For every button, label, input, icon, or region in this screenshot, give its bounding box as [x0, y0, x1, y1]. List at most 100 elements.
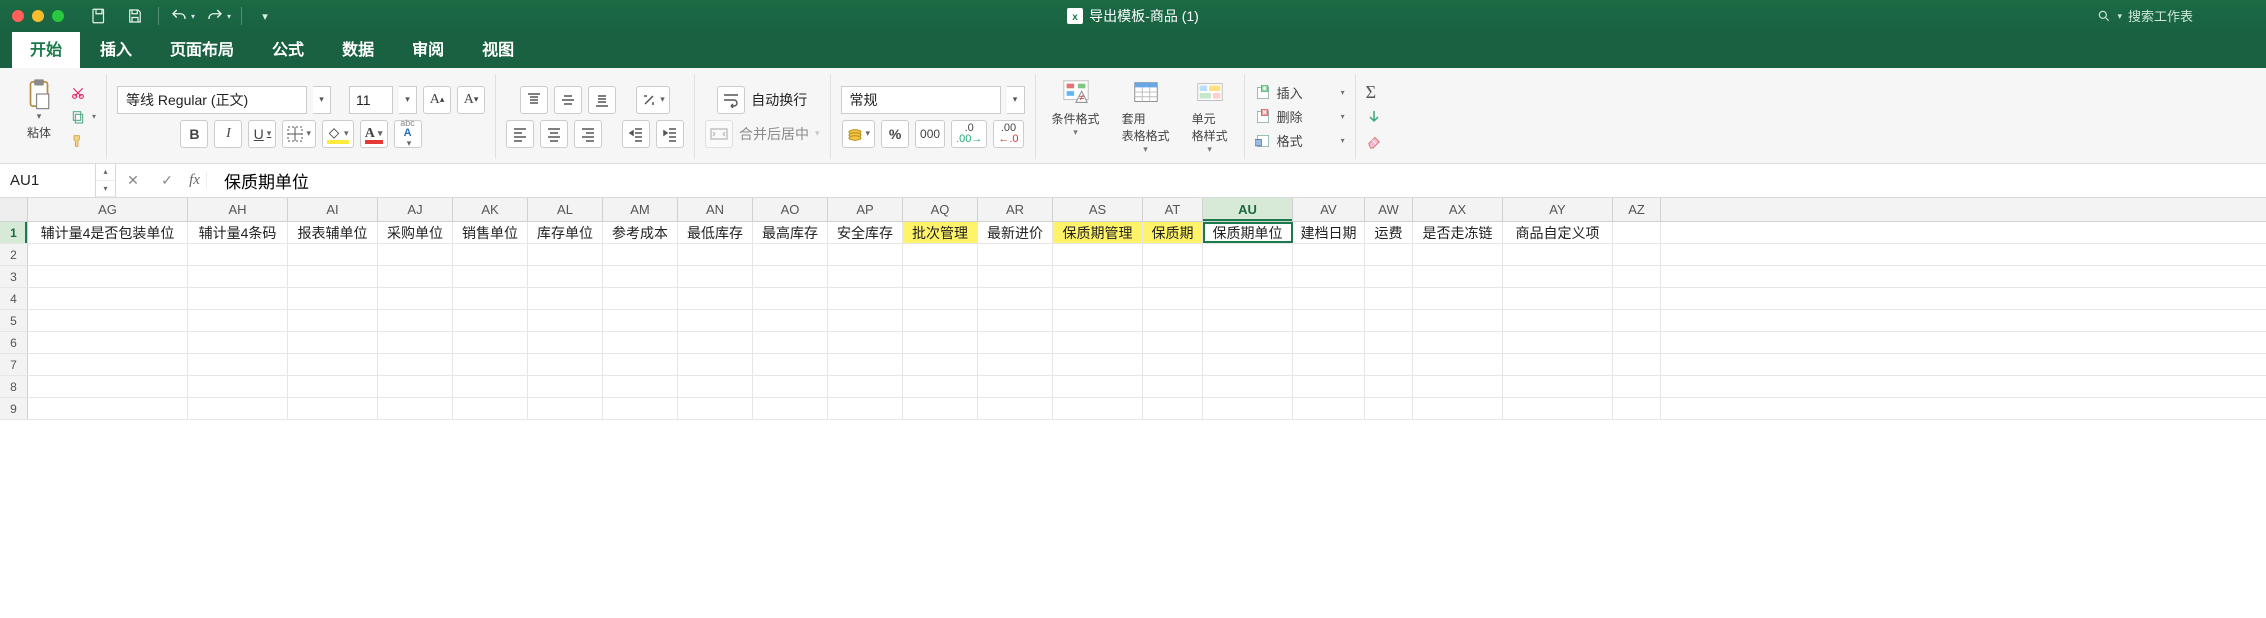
- conditional-formatting-button[interactable]: ≠ 条件格式▾: [1046, 76, 1106, 157]
- cell-AJ8[interactable]: [378, 376, 453, 397]
- column-header-AX[interactable]: AX: [1413, 198, 1503, 221]
- cell-AU6[interactable]: [1203, 332, 1293, 353]
- format-cells-button[interactable]: 格式▾: [1255, 130, 1345, 152]
- cell-AI3[interactable]: [288, 266, 378, 287]
- cell-AH6[interactable]: [188, 332, 288, 353]
- row-header-6[interactable]: 6: [0, 332, 28, 353]
- cell-AY8[interactable]: [1503, 376, 1613, 397]
- row-header-4[interactable]: 4: [0, 288, 28, 309]
- enter-formula-button[interactable]: ✓: [150, 164, 184, 197]
- cell-AQ9[interactable]: [903, 398, 978, 419]
- cell-AV6[interactable]: [1293, 332, 1365, 353]
- column-header-AT[interactable]: AT: [1143, 198, 1203, 221]
- tab-view[interactable]: 视图: [464, 28, 532, 68]
- cell-AN3[interactable]: [678, 266, 753, 287]
- cell-AL1[interactable]: 库存单位: [528, 222, 603, 243]
- cell-AJ7[interactable]: [378, 354, 453, 375]
- cell-AS5[interactable]: [1053, 310, 1143, 331]
- cell-AK3[interactable]: [453, 266, 528, 287]
- column-header-AJ[interactable]: AJ: [378, 198, 453, 221]
- cell-AU3[interactable]: [1203, 266, 1293, 287]
- select-all-corner[interactable]: [0, 198, 28, 221]
- column-header-AP[interactable]: AP: [828, 198, 903, 221]
- fx-button[interactable]: fx: [184, 164, 218, 197]
- autosave-icon[interactable]: [86, 5, 112, 27]
- column-header-AL[interactable]: AL: [528, 198, 603, 221]
- column-header-AM[interactable]: AM: [603, 198, 678, 221]
- tab-home[interactable]: 开始: [12, 28, 80, 68]
- cell-AQ2[interactable]: [903, 244, 978, 265]
- cell-AI7[interactable]: [288, 354, 378, 375]
- cell-AX2[interactable]: [1413, 244, 1503, 265]
- cell-AW6[interactable]: [1365, 332, 1413, 353]
- cell-AM7[interactable]: [603, 354, 678, 375]
- cell-AY9[interactable]: [1503, 398, 1613, 419]
- column-header-AH[interactable]: AH: [188, 198, 288, 221]
- cell-AN6[interactable]: [678, 332, 753, 353]
- cell-AR4[interactable]: [978, 288, 1053, 309]
- cell-AT3[interactable]: [1143, 266, 1203, 287]
- merge-center-button[interactable]: [705, 120, 733, 148]
- cell-AM2[interactable]: [603, 244, 678, 265]
- cell-AY1[interactable]: 商品自定义项: [1503, 222, 1613, 243]
- column-header-AU[interactable]: AU: [1203, 198, 1293, 221]
- align-right-button[interactable]: [574, 120, 602, 148]
- cell-AL7[interactable]: [528, 354, 603, 375]
- column-header-AI[interactable]: AI: [288, 198, 378, 221]
- cell-AY6[interactable]: [1503, 332, 1613, 353]
- cell-AR7[interactable]: [978, 354, 1053, 375]
- cell-AG6[interactable]: [28, 332, 188, 353]
- cell-AL5[interactable]: [528, 310, 603, 331]
- tab-formulas[interactable]: 公式: [254, 28, 322, 68]
- cancel-formula-button[interactable]: ✕: [116, 164, 150, 197]
- cell-AS2[interactable]: [1053, 244, 1143, 265]
- cell-AR8[interactable]: [978, 376, 1053, 397]
- cell-AO1[interactable]: 最高库存: [753, 222, 828, 243]
- cell-AT2[interactable]: [1143, 244, 1203, 265]
- fill-color-button[interactable]: ▾: [322, 120, 354, 148]
- cell-AU5[interactable]: [1203, 310, 1293, 331]
- increase-font-button[interactable]: A▴: [423, 86, 451, 114]
- cell-AV9[interactable]: [1293, 398, 1365, 419]
- cell-AZ8[interactable]: [1613, 376, 1661, 397]
- cell-AJ2[interactable]: [378, 244, 453, 265]
- cell-AM6[interactable]: [603, 332, 678, 353]
- cell-AM3[interactable]: [603, 266, 678, 287]
- cell-AJ9[interactable]: [378, 398, 453, 419]
- cell-AT6[interactable]: [1143, 332, 1203, 353]
- cell-AK4[interactable]: [453, 288, 528, 309]
- percent-button[interactable]: %: [881, 120, 909, 148]
- cell-AY4[interactable]: [1503, 288, 1613, 309]
- cell-AZ5[interactable]: [1613, 310, 1661, 331]
- cell-AM5[interactable]: [603, 310, 678, 331]
- cell-AQ3[interactable]: [903, 266, 978, 287]
- cell-AK5[interactable]: [453, 310, 528, 331]
- cell-AU9[interactable]: [1203, 398, 1293, 419]
- cell-AV8[interactable]: [1293, 376, 1365, 397]
- cell-AN1[interactable]: 最低库存: [678, 222, 753, 243]
- cell-AZ9[interactable]: [1613, 398, 1661, 419]
- cell-AH2[interactable]: [188, 244, 288, 265]
- cell-AN9[interactable]: [678, 398, 753, 419]
- save-icon[interactable]: [122, 5, 148, 27]
- worksheet-grid[interactable]: AGAHAIAJAKALAMANAOAPAQARASATAUAVAWAXAYAZ…: [0, 198, 2266, 420]
- borders-button[interactable]: ▾: [282, 120, 316, 148]
- cell-AR6[interactable]: [978, 332, 1053, 353]
- cell-AN8[interactable]: [678, 376, 753, 397]
- clear-button[interactable]: [1366, 130, 1382, 152]
- decrease-decimal-button[interactable]: .00←.0: [993, 120, 1023, 148]
- cell-AY2[interactable]: [1503, 244, 1613, 265]
- cell-AI1[interactable]: 报表辅单位: [288, 222, 378, 243]
- cell-AR2[interactable]: [978, 244, 1053, 265]
- cell-AW8[interactable]: [1365, 376, 1413, 397]
- cell-AP5[interactable]: [828, 310, 903, 331]
- cell-AP4[interactable]: [828, 288, 903, 309]
- redo-button[interactable]: ▾: [205, 5, 231, 27]
- cell-AK6[interactable]: [453, 332, 528, 353]
- cell-AN2[interactable]: [678, 244, 753, 265]
- row-header-8[interactable]: 8: [0, 376, 28, 397]
- cell-AG9[interactable]: [28, 398, 188, 419]
- cell-AH8[interactable]: [188, 376, 288, 397]
- paste-button[interactable]: ▾ 粘体: [16, 82, 62, 136]
- cell-AZ1[interactable]: [1613, 222, 1661, 243]
